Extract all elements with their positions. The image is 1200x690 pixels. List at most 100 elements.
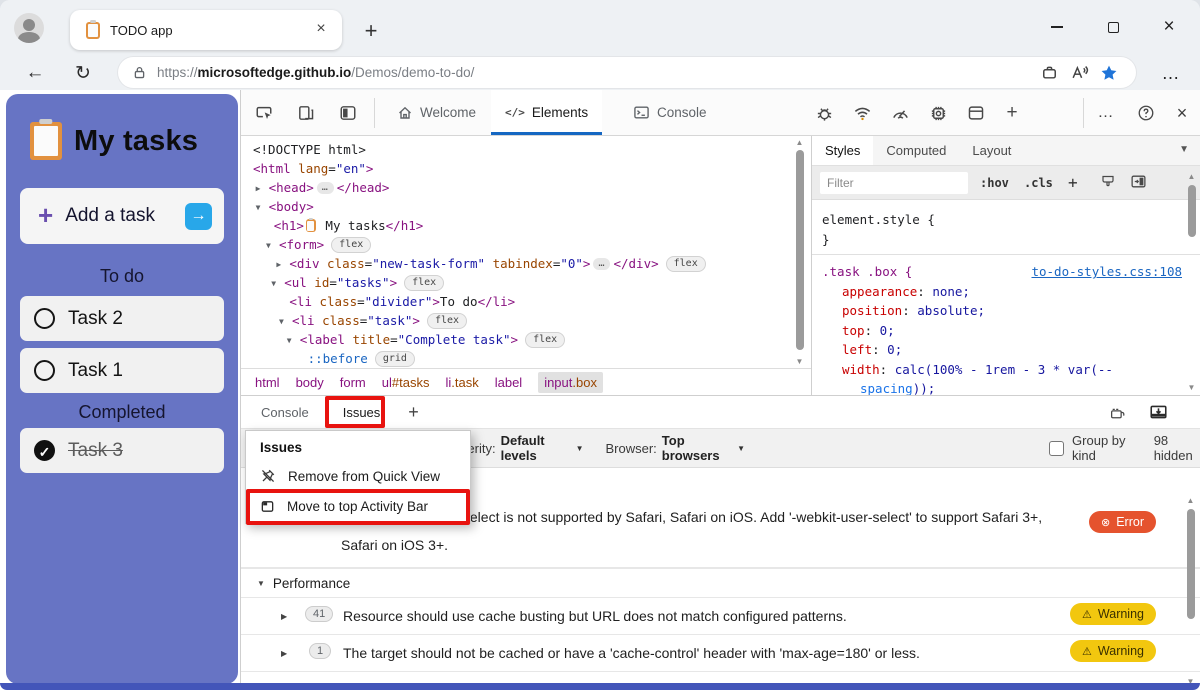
- refresh-button[interactable]: ↻: [66, 56, 100, 90]
- scroll-down-icon[interactable]: ▼: [792, 357, 807, 366]
- scroll-up-icon[interactable]: ▲: [792, 138, 807, 147]
- error-badge[interactable]: ⊗ Error: [1089, 511, 1156, 533]
- tab-welcome[interactable]: Welcome: [383, 90, 490, 135]
- hidden-issues-count[interactable]: 98 hidden: [1154, 433, 1200, 463]
- toggle-class[interactable]: .cls: [1024, 172, 1053, 194]
- dropdown-caret-icon[interactable]: ▼: [737, 444, 745, 453]
- submit-task-button[interactable]: →: [185, 203, 212, 230]
- collections-icon[interactable]: [1034, 58, 1064, 88]
- tab-close-icon[interactable]: ×: [310, 19, 332, 41]
- profile-avatar[interactable]: [14, 13, 44, 43]
- application-panel-icon[interactable]: [961, 99, 991, 127]
- task-item-completed[interactable]: Task 3: [20, 428, 224, 473]
- tab-console[interactable]: Console: [619, 90, 721, 135]
- code-line[interactable]: <!DOCTYPE html>: [241, 140, 793, 159]
- browser-filter-value[interactable]: Top browsers: [662, 433, 730, 463]
- task-checkbox-checked[interactable]: [34, 440, 55, 461]
- code-line[interactable]: ▼<li class="task">flex: [241, 311, 793, 330]
- twisty-open-icon[interactable]: ▼: [279, 312, 292, 331]
- tab-elements[interactable]: </> Elements: [491, 90, 602, 135]
- expand-drawer-icon[interactable]: [1149, 403, 1168, 421]
- brush-icon[interactable]: [1100, 174, 1116, 190]
- favorites-star-icon[interactable]: [1094, 58, 1124, 88]
- scroll-up-icon[interactable]: ▲: [1184, 172, 1199, 181]
- window-close-button[interactable]: ×: [1146, 14, 1192, 40]
- tab-styles[interactable]: Styles: [812, 136, 873, 165]
- back-button[interactable]: ←: [18, 56, 52, 90]
- drawer-tab-console[interactable]: Console: [255, 405, 315, 420]
- browser-menu-button[interactable]: …: [1154, 56, 1188, 90]
- issue-row-warning[interactable]: ▶ 1 The target should not be cached or h…: [241, 635, 1200, 672]
- breadcrumb-html[interactable]: html: [255, 375, 280, 390]
- code-line[interactable]: <h1> My tasks</h1>: [241, 216, 793, 235]
- breadcrumb-form[interactable]: form: [340, 375, 366, 390]
- device-emulation-icon[interactable]: [291, 99, 321, 127]
- dropdown-caret-icon[interactable]: ▼: [576, 444, 584, 453]
- scrollbar-thumb[interactable]: [796, 150, 804, 350]
- menu-item-remove-from-quick-view[interactable]: Remove from Quick View: [246, 461, 470, 491]
- scroll-up-icon[interactable]: ▲: [1183, 496, 1198, 505]
- warning-badge[interactable]: ⚠ Warning: [1070, 603, 1156, 625]
- twisty-closed-icon[interactable]: ▶: [281, 612, 287, 621]
- read-aloud-icon[interactable]: [1064, 58, 1094, 88]
- css-rule[interactable]: .task .box { to-do-styles.css:108 appear…: [822, 262, 1182, 395]
- twisty-closed-icon[interactable]: ▶: [256, 179, 269, 198]
- styles-filter-input[interactable]: Filter: [820, 172, 968, 194]
- code-line[interactable]: ▼<body>: [241, 197, 793, 216]
- twisty-open-icon[interactable]: ▼: [271, 274, 284, 293]
- new-tab-button[interactable]: +: [358, 18, 384, 44]
- quick-view-tool-icon[interactable]: [1109, 404, 1128, 422]
- code-line[interactable]: <li class="divider">To do</li>: [241, 292, 793, 311]
- inline-style-rule[interactable]: element.style { }: [822, 210, 935, 249]
- dock-right-icon[interactable]: [1130, 173, 1147, 190]
- add-task-field[interactable]: + Add a task →: [20, 188, 224, 244]
- devtools-close-icon[interactable]: ×: [1167, 99, 1197, 127]
- breadcrumb-ul#tasks[interactable]: ul#tasks: [382, 375, 430, 390]
- network-conditions-wifi-icon[interactable]: [847, 99, 877, 127]
- scrollbar-thumb[interactable]: [1188, 185, 1196, 237]
- url-bar[interactable]: https://microsoftedge.github.io/Demos/de…: [118, 57, 1136, 88]
- window-minimize-button[interactable]: [1034, 14, 1080, 40]
- issue-row-warning[interactable]: ▶ 41 Resource should use cache busting b…: [241, 598, 1200, 635]
- breadcrumb-li.task[interactable]: li.task: [445, 375, 478, 390]
- more-tools-plus-icon[interactable]: +: [997, 99, 1027, 127]
- breadcrumb-label[interactable]: label: [495, 375, 522, 390]
- code-line[interactable]: ▼<form>flex: [241, 235, 793, 254]
- issues-bug-icon[interactable]: [809, 99, 839, 127]
- devtools-menu-icon[interactable]: …: [1091, 99, 1121, 127]
- elements-scrollbar[interactable]: ▲ ▼: [792, 138, 807, 366]
- tab-layout[interactable]: Layout: [959, 136, 1024, 165]
- help-icon[interactable]: [1131, 99, 1161, 127]
- severity-filter-value[interactable]: Default levels: [501, 433, 569, 463]
- twisty-closed-icon[interactable]: ▶: [281, 649, 287, 658]
- code-line[interactable]: ▼<ul id="tasks">flex: [241, 273, 793, 292]
- css-source-link[interactable]: to-do-styles.css:108: [1031, 262, 1182, 282]
- twisty-closed-icon[interactable]: ▶: [276, 255, 289, 274]
- memory-chip-icon[interactable]: [923, 99, 953, 127]
- code-line[interactable]: <html lang="en">: [241, 159, 793, 178]
- task-item[interactable]: Task 1: [20, 348, 224, 393]
- scrollbar-thumb[interactable]: [1187, 509, 1195, 619]
- performance-gauge-icon[interactable]: [885, 99, 915, 127]
- warning-badge[interactable]: ⚠ Warning: [1070, 640, 1156, 662]
- drawer-add-tab-plus-icon[interactable]: +: [402, 402, 425, 423]
- inspect-element-icon[interactable]: [249, 99, 279, 127]
- twisty-open-icon[interactable]: ▼: [256, 198, 269, 217]
- activity-bar-dock-icon[interactable]: [333, 99, 363, 127]
- new-style-rule-plus-icon[interactable]: +: [1068, 172, 1078, 194]
- issues-scrollbar[interactable]: ▲ ▼: [1183, 496, 1198, 686]
- styles-scrollbar[interactable]: ▲ ▼: [1184, 172, 1199, 392]
- code-line[interactable]: ▶<head>…</head>: [241, 178, 793, 197]
- task-checkbox[interactable]: [34, 360, 55, 381]
- scroll-down-icon[interactable]: ▼: [1184, 383, 1199, 392]
- code-line[interactable]: ::beforegrid: [241, 349, 793, 368]
- twisty-open-icon[interactable]: ▼: [287, 331, 300, 350]
- toggle-hover-state[interactable]: :hov: [980, 172, 1009, 194]
- twisty-open-icon[interactable]: ▼: [266, 236, 279, 255]
- issues-section-performance[interactable]: ▼ Performance: [241, 568, 1200, 598]
- breadcrumb-body[interactable]: body: [296, 375, 324, 390]
- chevron-down-icon[interactable]: ▼: [1179, 144, 1189, 155]
- code-line[interactable]: ▶<div class="new-task-form" tabindex="0"…: [241, 254, 793, 273]
- browser-tab[interactable]: TODO app ×: [70, 10, 342, 50]
- code-line[interactable]: ▼<label title="Complete task">flex: [241, 330, 793, 349]
